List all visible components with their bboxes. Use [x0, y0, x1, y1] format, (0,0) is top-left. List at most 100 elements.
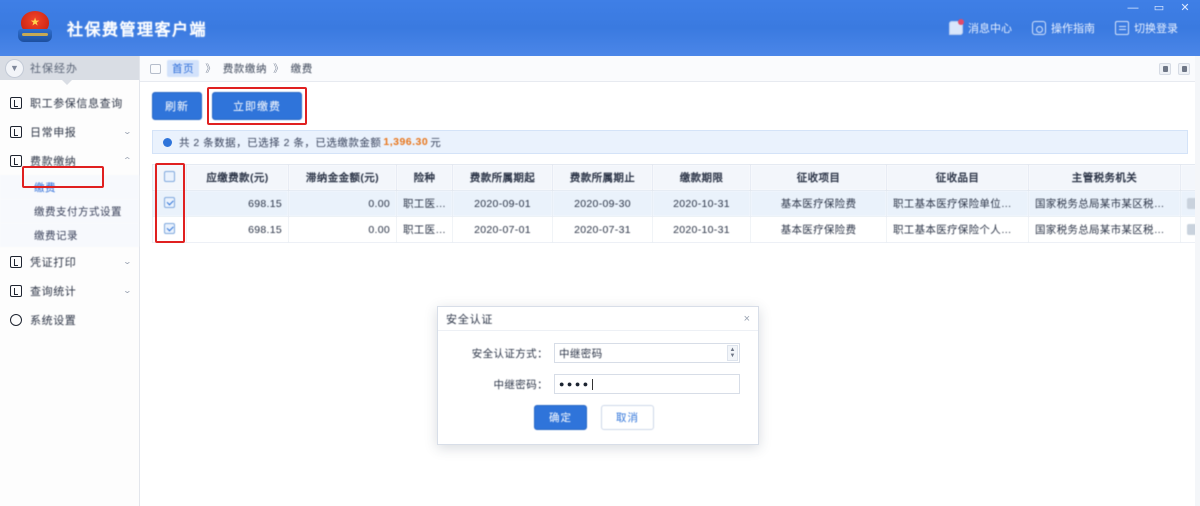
- sidebar-item-employee-info[interactable]: 职工参保信息查询: [0, 88, 139, 117]
- maximize-button[interactable]: ▭: [1152, 2, 1166, 14]
- table-header-period_end: 费款所属期止: [552, 164, 653, 191]
- vertical-scrollbar[interactable]: [1195, 56, 1200, 506]
- avatar: ▼: [6, 59, 23, 77]
- table-cell-period_start: 2020-07-01: [452, 216, 553, 243]
- auth-method-value: 中继密码: [559, 347, 603, 360]
- sidebar-menu: 职工参保信息查询 日常申报 ⌄ 费款缴纳 ⌃ 缴费 缴费支付方式设置 缴费记录 …: [0, 80, 139, 334]
- auth-method-label: 安全认证方式：: [471, 347, 548, 360]
- table-cell-authority: 国家税务总局某市某区税务局...: [1028, 216, 1181, 243]
- sidebar-item-employee-info-label: 职工参保信息查询: [30, 97, 123, 110]
- sidebar-submenu-fee-payment: 缴费 缴费支付方式设置 缴费记录: [0, 175, 139, 247]
- auth-method-select[interactable]: 中继密码 ▲ ▼: [554, 343, 740, 363]
- info-icon: [163, 137, 172, 147]
- chevron-up-icon: ⌃: [122, 156, 133, 165]
- switch-account-icon: [1115, 21, 1129, 35]
- table-cell-period_start: 2020-09-01: [452, 190, 553, 217]
- table-header-check: [152, 164, 187, 191]
- security-auth-dialog: 安全认证 × 安全认证方式： 中继密码 ▲ ▼ 中继密码： ●●●● 确定 取消: [437, 306, 759, 445]
- table-cell-subitem: 职工基本医疗保险个人缴费: [886, 216, 1029, 243]
- nav-operation-guide-label: 操作指南: [1051, 23, 1095, 35]
- sidebar-user-header[interactable]: ▼ 社保经办: [0, 56, 139, 85]
- text-caret: [591, 378, 593, 390]
- toolbar: 刷新 立即缴费: [152, 87, 1188, 125]
- sidebar-item-payment-method-setting-label: 缴费支付方式设置: [34, 205, 122, 218]
- breadcrumb-tools: [1159, 62, 1190, 75]
- refresh-icon[interactable]: [1178, 62, 1190, 75]
- gear-icon: [10, 313, 22, 326]
- app-window: 社保费管理客户端 消息中心 操作指南 切换登录 — ▭ ✕ ▼ 社保经办: [0, 0, 1200, 506]
- table-cell-period_end: 2020-09-30: [552, 190, 653, 217]
- app-title: 社保费管理客户端: [67, 22, 208, 39]
- table-header-type: 险种: [396, 164, 453, 191]
- sidebar-item-query-statistics[interactable]: 查询统计 ⌄: [0, 276, 139, 305]
- table-cell-latefee: 0.00: [288, 190, 397, 217]
- print-icon: [10, 255, 22, 268]
- dialog-body: 安全认证方式： 中继密码 ▲ ▼ 中继密码： ●●●● 确定 取消: [438, 331, 758, 430]
- breadcrumb-item-fee-payment[interactable]: 费款缴纳: [223, 61, 267, 76]
- breadcrumb-item-home[interactable]: 首页: [167, 60, 200, 77]
- selection-info-bar: 共 2 条数据，已选择 2 条，已选缴款金额 1,396.30 元: [152, 130, 1188, 154]
- table-header-latefee: 滞纳金金额(元): [288, 164, 397, 191]
- selection-info-prefix: 共 2 条数据，已选择 2 条，已选缴款金额: [179, 136, 382, 149]
- field-row-relay-password: 中继密码： ●●●●: [448, 374, 740, 394]
- sidebar-item-daily-declaration[interactable]: 日常申报 ⌄: [0, 117, 139, 146]
- breadcrumb: 首页 》 费款缴纳 》 缴费: [140, 56, 1200, 82]
- sidebar-item-system-settings[interactable]: 系统设置: [0, 305, 139, 334]
- relay-password-input[interactable]: ●●●●: [554, 374, 740, 394]
- table-cell-check: [152, 190, 187, 217]
- sidebar-item-voucher-print[interactable]: 凭证打印 ⌄: [0, 247, 139, 276]
- chevron-down-icon: ⌄: [122, 257, 133, 266]
- chart-icon: [10, 284, 22, 297]
- message-icon: [949, 19, 964, 35]
- window-controls: — ▭ ✕: [1126, 2, 1192, 14]
- table-cell-deadline: 2020-10-31: [652, 216, 751, 243]
- sidebar-item-payment-record[interactable]: 缴费记录: [0, 223, 139, 247]
- select-all-checkbox[interactable]: [164, 170, 175, 182]
- nav-operation-guide[interactable]: 操作指南: [1032, 20, 1095, 36]
- id-card-icon: [10, 96, 22, 109]
- sidebar-item-fee-payment[interactable]: 费款缴纳 ⌃: [0, 146, 139, 175]
- title-bar-nav: 消息中心 操作指南 切换登录: [949, 19, 1200, 36]
- sidebar-item-pay[interactable]: 缴费: [0, 175, 139, 199]
- upload-icon: [10, 125, 22, 138]
- close-button[interactable]: ✕: [1178, 2, 1192, 14]
- relay-password-label: 中继密码：: [493, 378, 548, 391]
- table-cell-latefee: 0.00: [288, 216, 397, 243]
- table-header-subitem: 征收品目: [886, 164, 1029, 191]
- content-area: 刷新 立即缴费 共 2 条数据，已选择 2 条，已选缴款金额 1,396.30 …: [140, 82, 1200, 243]
- table-row[interactable]: 698.15 0.00 职工医疗 2020-09-01 2020-09-30 2020-1…: [152, 190, 1200, 217]
- title-bar-left: 社保费管理客户端: [0, 9, 207, 47]
- table-cell-item: 基本医疗保险费: [750, 216, 887, 243]
- home-icon: [150, 63, 161, 74]
- table-header-deadline: 缴款期限: [652, 164, 751, 191]
- table-header-payable: 应缴费款(元): [186, 164, 289, 191]
- breadcrumb-separator: 》: [205, 63, 217, 75]
- nav-message-center[interactable]: 消息中心: [949, 19, 1012, 36]
- table-cell-subitem: 职工基本医疗保险单位缴费: [886, 190, 1029, 217]
- chevron-down-icon[interactable]: ▲ ▼: [727, 345, 738, 361]
- guide-icon: [1032, 21, 1046, 35]
- sidebar-item-system-settings-label: 系统设置: [30, 314, 77, 327]
- breadcrumb-item-pay: 缴费: [290, 63, 313, 75]
- payment-table-wrapper: 应缴费款(元) 滞纳金金额(元) 险种 费款所属期起 费款所属期止 缴款期限 征收项目 征收品…: [152, 163, 1200, 243]
- cancel-button[interactable]: 取消: [601, 405, 654, 430]
- table-row[interactable]: 698.15 0.00 职工医疗 2020-07-01 2020-07-31 2020-1…: [152, 216, 1200, 243]
- relay-password-value: ●●●●: [559, 379, 591, 389]
- payment-table: 应缴费款(元) 滞纳金金额(元) 险种 费款所属期起 费款所属期止 缴款期限 征收项目 征收品…: [152, 164, 1200, 243]
- sidebar-item-query-statistics-label: 查询统计: [30, 285, 77, 298]
- nav-switch-account[interactable]: 切换登录: [1115, 20, 1178, 36]
- title-bar: 社保费管理客户端 消息中心 操作指南 切换登录 — ▭ ✕: [0, 0, 1200, 56]
- confirm-button[interactable]: 确定: [534, 405, 587, 430]
- dialog-title: 安全认证: [446, 313, 494, 326]
- table-cell-type: 职工医疗: [396, 190, 453, 217]
- table-cell-deadline: 2020-10-31: [652, 190, 751, 217]
- collapse-icon[interactable]: [1159, 62, 1171, 75]
- row-checkbox[interactable]: [164, 222, 175, 234]
- row-checkbox[interactable]: [164, 196, 175, 208]
- minimize-button[interactable]: —: [1126, 2, 1140, 14]
- table-header-period_start: 费款所属期起: [452, 164, 553, 191]
- pay-now-button[interactable]: 立即缴费: [212, 92, 302, 120]
- close-icon[interactable]: ×: [744, 313, 750, 325]
- refresh-button[interactable]: 刷新: [152, 92, 202, 120]
- sidebar-item-payment-method-setting[interactable]: 缴费支付方式设置: [0, 199, 139, 223]
